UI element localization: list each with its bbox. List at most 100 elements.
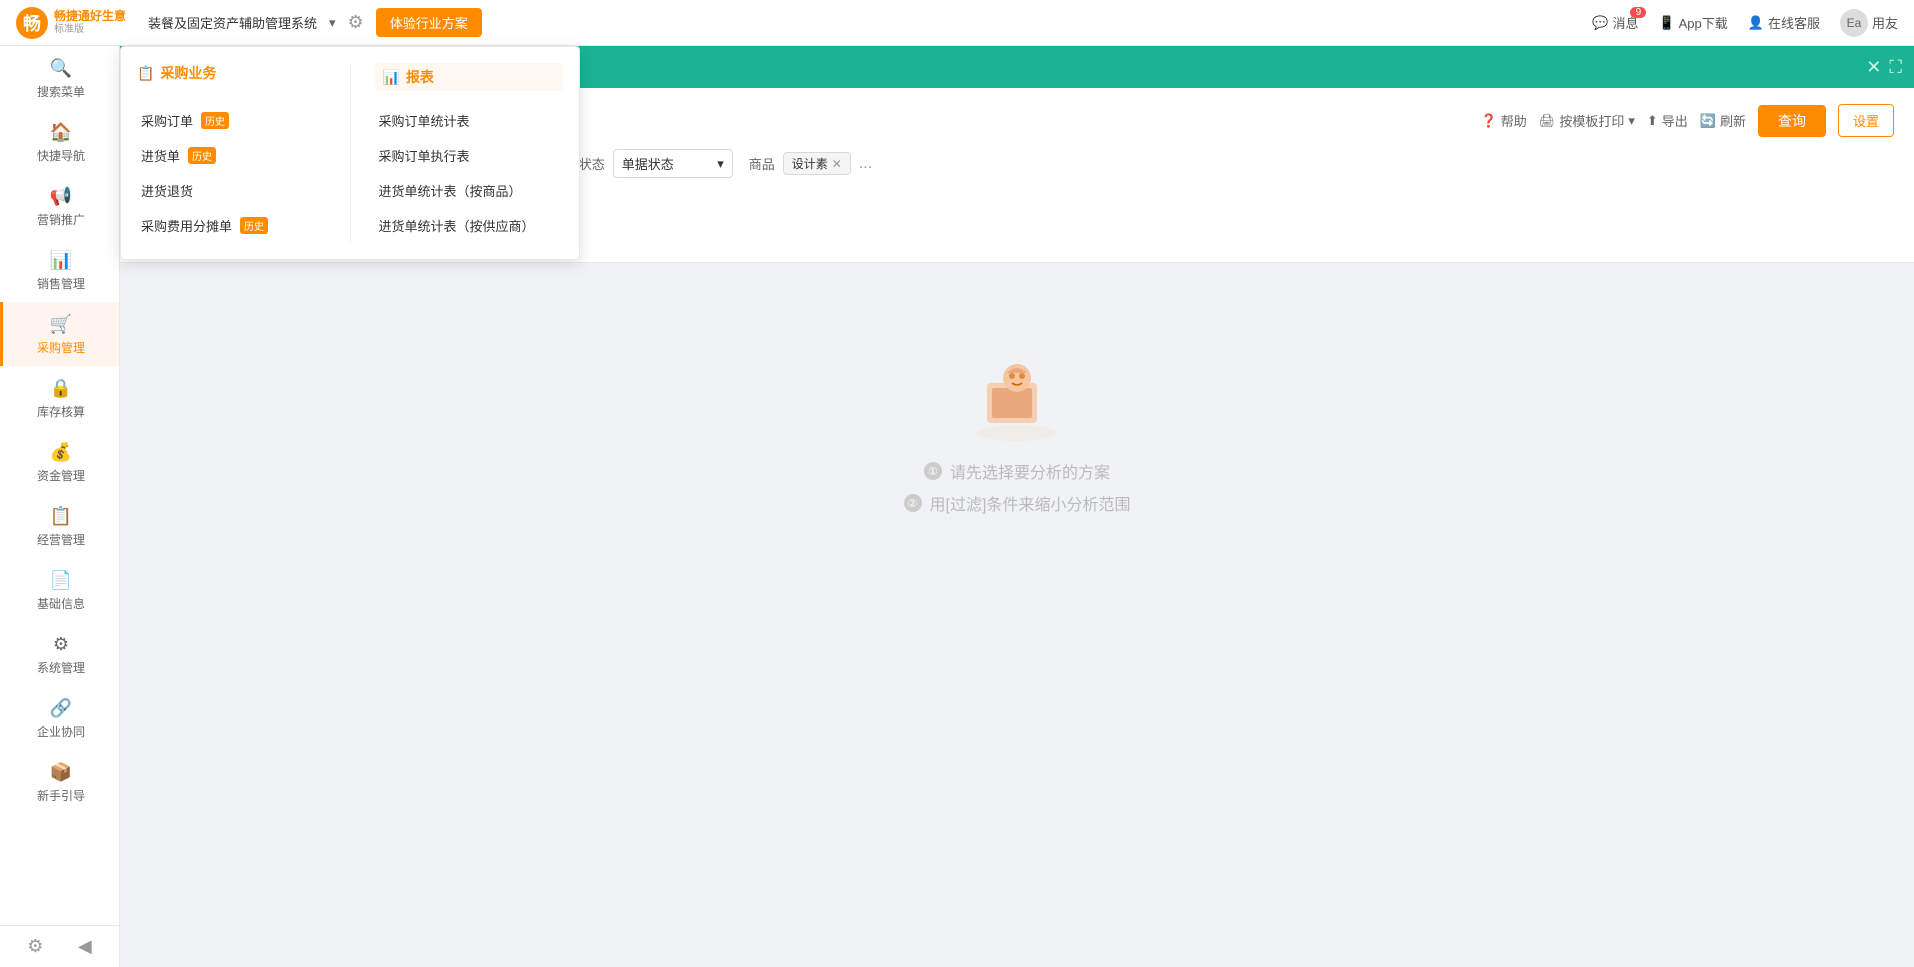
sidebar-guide[interactable]: 📦 新手引导: [0, 750, 119, 814]
status-value: 单据状态: [622, 154, 674, 173]
sidebar-item-label: 经营管理: [37, 531, 85, 548]
logo-subtitle: 标准版: [54, 24, 126, 36]
empty-step-2: ② 用[过滤]条件来缩小分析范围: [904, 491, 1131, 515]
status-select[interactable]: 单据状态 ▾: [613, 149, 733, 178]
menu-purchase-order-exec[interactable]: 采购订单执行表: [375, 138, 564, 173]
refresh-button[interactable]: 🔄 刷新: [1700, 111, 1746, 130]
sidebar-item-label: 基础信息: [37, 595, 85, 612]
sidebar-collapse-icon[interactable]: ◀: [78, 936, 92, 957]
print-icon: 🖨: [1539, 113, 1556, 129]
query-button[interactable]: 查询: [1758, 105, 1826, 137]
sidebar-business[interactable]: 📋 经营管理: [0, 494, 119, 558]
sidebar-item-label: 销售管理: [37, 275, 85, 292]
export-icon: ⬆: [1647, 113, 1658, 129]
purchase-expense-badge: 历史: [240, 217, 268, 234]
logo-area: 畅 畅捷通好生意 标准版: [16, 7, 136, 39]
logo-title: 畅捷通好生意: [54, 9, 126, 23]
sidebar-sales[interactable]: 📊 销售管理: [0, 238, 119, 302]
sidebar-finance[interactable]: 💰 资金管理: [0, 430, 119, 494]
help-icon: ❓: [1481, 113, 1497, 129]
empty-step-1: ① 请先选择要分析的方案: [924, 459, 1110, 483]
incoming-by-supplier-label: 进货单统计表（按供应商）: [379, 216, 535, 235]
purchase-order-badge: 历史: [201, 112, 229, 129]
menu-incoming[interactable]: 进货单 历史: [137, 138, 326, 173]
menu-purchase-order-stat[interactable]: 采购订单统计表: [375, 103, 564, 138]
settings-button[interactable]: 设置: [1838, 104, 1894, 137]
user-button[interactable]: Ea 用友: [1840, 9, 1898, 37]
incoming-by-goods-label: 进货单统计表（按商品）: [379, 181, 522, 200]
system-dropdown[interactable]: ▾: [329, 15, 336, 31]
sidebar-item-label: 搜索菜单: [37, 83, 85, 100]
basic-icon: 📄: [50, 570, 72, 591]
empty-illustration: [957, 343, 1077, 443]
sidebar-item-label: 系统管理: [37, 659, 85, 676]
online-service-button[interactable]: 👤 在线客服: [1748, 13, 1820, 32]
purchase-dropdown-menu: 📋 采购业务 采购订单 历史 进货单 历史 进货退货 采购费用分摊单 历史 📊 …: [120, 46, 580, 260]
purchase-order-exec-label: 采购订单执行表: [379, 146, 470, 165]
sidebar-settings-icon[interactable]: ⚙: [27, 936, 43, 957]
sidebar-nav: 🔍 搜索菜单 🏠 快捷导航 📢 营销推广 📊 销售管理 🛒 采购管理 🔒: [0, 46, 119, 814]
sidebar-item-label: 快捷导航: [37, 147, 85, 164]
app-download-button[interactable]: 📱 App下载: [1658, 13, 1727, 32]
goods-label: 商品: [749, 154, 775, 173]
dropdown-col-purchase-title: 📋 采购业务: [137, 63, 326, 91]
sidebar-basic[interactable]: 📄 基础信息: [0, 558, 119, 622]
menu-purchase-order[interactable]: 采购订单 历史: [137, 103, 326, 138]
sidebar-system[interactable]: ⚙ 系统管理: [0, 622, 119, 686]
sidebar-search[interactable]: 🔍 搜索菜单: [0, 46, 119, 110]
settings-icon[interactable]: ⚙: [348, 12, 364, 33]
tab-actions: ✕ ⛶: [1866, 57, 1914, 78]
sales-icon: 📊: [50, 250, 72, 271]
inventory-icon: 🔒: [50, 378, 72, 399]
menu-incoming-return[interactable]: 进货退货: [137, 173, 326, 208]
export-button[interactable]: ⬆ 导出: [1647, 111, 1688, 130]
goods-more-icon[interactable]: ...: [859, 155, 872, 173]
chevron-down-icon: ▾: [329, 15, 336, 31]
header: 畅 畅捷通好生意 标准版 装餐及固定资产辅助管理系统 ▾ ⚙ 体验行业方案 💬 …: [0, 0, 1914, 46]
dropdown-col-report: 📊 报表 采购订单统计表 采购订单执行表 进货单统计表（按商品） 进货单统计表（…: [375, 63, 564, 243]
help-button[interactable]: ❓ 帮助: [1481, 111, 1527, 130]
goods-filter: 商品 设计素 ✕ ...: [749, 152, 872, 175]
search-icon: 🔍: [50, 58, 72, 79]
dropdown-divider: [350, 63, 351, 243]
sidebar-marketing[interactable]: 📢 营销推广: [0, 174, 119, 238]
close-tab-icon[interactable]: ✕: [1866, 57, 1881, 78]
sidebar-item-label: 营销推广: [37, 211, 85, 228]
sidebar-inventory[interactable]: 🔒 库存核算: [0, 366, 119, 430]
incoming-badge: 历史: [188, 147, 216, 164]
goods-tag-close[interactable]: ✕: [832, 157, 842, 171]
sidebar-collab[interactable]: 🔗 企业协同: [0, 686, 119, 750]
sidebar-purchase[interactable]: 🛒 采购管理: [0, 302, 119, 366]
report-icon: 📊: [383, 69, 400, 86]
collab-icon: 🔗: [50, 698, 72, 719]
message-badge: 9: [1630, 7, 1646, 18]
dropdown-col-purchase: 📋 采购业务 采购订单 历史 进货单 历史 进货退货 采购费用分摊单 历史: [137, 63, 326, 243]
sidebar-item-label: 库存核算: [37, 403, 85, 420]
header-right: 💬 消息 9 📱 App下载 👤 在线客服 Ea 用友: [1592, 9, 1898, 37]
menu-incoming-by-goods[interactable]: 进货单统计表（按商品）: [375, 173, 564, 208]
dropdown-col-report-title: 📊 报表: [375, 63, 564, 91]
marketing-icon: 📢: [50, 186, 72, 207]
purchase-expense-label: 采购费用分摊单: [141, 216, 232, 235]
guide-icon: 📦: [50, 762, 72, 783]
step-1-num: ①: [924, 462, 942, 480]
sidebar-nav-item[interactable]: 🏠 快捷导航: [0, 110, 119, 174]
system-icon: ⚙: [53, 634, 69, 655]
print-button[interactable]: 🖨 按模板打印 ▾: [1539, 111, 1635, 130]
home-icon: 🏠: [50, 122, 72, 143]
incoming-label: 进货单: [141, 146, 180, 165]
industry-button[interactable]: 体验行业方案: [376, 8, 482, 37]
sidebar-item-label: 新手引导: [37, 787, 85, 804]
sidebar-bottom: ⚙ ◀: [0, 925, 119, 967]
business-icon: 📋: [50, 506, 72, 527]
status-dropdown-icon: ▾: [717, 156, 724, 172]
fullscreen-icon[interactable]: ⛶: [1889, 57, 1902, 78]
goods-tag: 设计素 ✕: [783, 152, 851, 175]
avatar: Ea: [1840, 9, 1868, 37]
messages-button[interactable]: 💬 消息 9: [1592, 13, 1638, 32]
empty-state: ① 请先选择要分析的方案 ② 用[过滤]条件来缩小分析范围: [120, 263, 1914, 603]
mobile-icon: 📱: [1658, 15, 1674, 31]
menu-purchase-expense[interactable]: 采购费用分摊单 历史: [137, 208, 326, 243]
menu-incoming-by-supplier[interactable]: 进货单统计表（按供应商）: [375, 208, 564, 243]
sidebar-item-label: 企业协同: [37, 723, 85, 740]
